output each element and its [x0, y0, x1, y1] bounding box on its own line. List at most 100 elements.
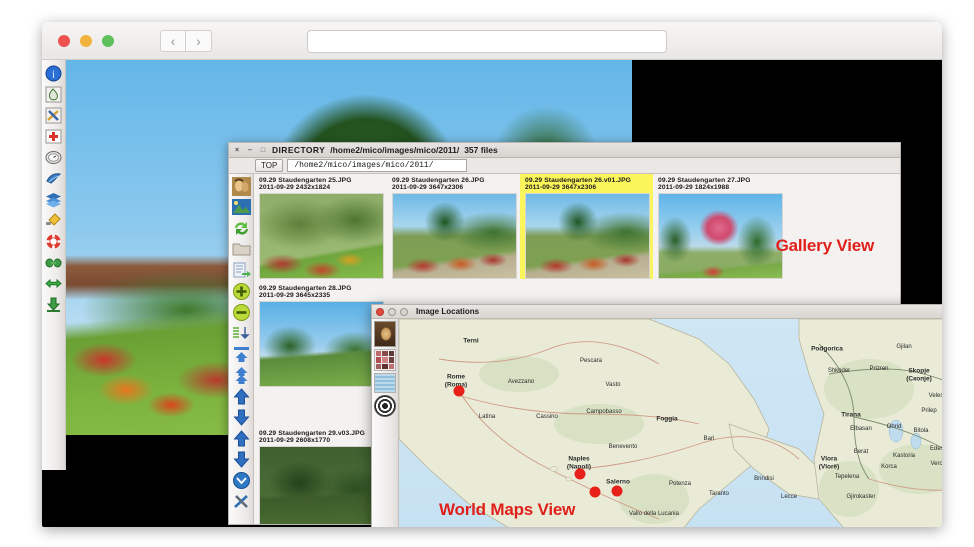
gallery-cell-selected[interactable]: 09.29 Staudengarten 26.v01.JPG 2011-09-2… [520, 174, 653, 279]
thumbnail-image[interactable] [392, 193, 517, 279]
url-input[interactable] [307, 30, 667, 53]
gallery-view-label: Gallery View [775, 236, 875, 255]
file-name: 09.29 Staudengarten 25.JPG [259, 177, 352, 184]
thumbnail-image[interactable] [658, 193, 783, 279]
city-label: Avezzano [507, 379, 535, 385]
photos-icon[interactable] [229, 197, 253, 218]
browser-window: ‹ › i × – □ DIRECTORY /home2/mico/images… [42, 22, 942, 527]
layers-icon[interactable] [374, 373, 396, 393]
gallery-cell[interactable]: 09.29 Staudengarten 25.JPG 2011-09-29 24… [254, 174, 387, 279]
map-close-icon[interactable] [376, 307, 384, 316]
location-marker[interactable] [589, 486, 601, 498]
city-label: Skopje [908, 367, 930, 375]
bird-icon[interactable] [42, 168, 64, 189]
portrait-icon[interactable] [229, 176, 253, 197]
tools-icon[interactable] [42, 105, 64, 126]
directory-close-icon[interactable]: × [233, 147, 241, 154]
map-minimize-icon[interactable] [388, 307, 396, 316]
city-label: Kastoria [892, 453, 916, 459]
directory-file-count: 357 files [464, 145, 498, 155]
down-icon[interactable] [229, 407, 253, 428]
file-meta: 2011-09-29 3647x2306 [392, 184, 464, 191]
map-maximize-icon[interactable] [400, 307, 408, 316]
directory-pathbar: TOP /home2/mico/images/mico/2011/ [229, 158, 900, 174]
up2-icon[interactable] [229, 428, 253, 449]
pear-shape-icon[interactable] [42, 84, 64, 105]
city-label: Bitola [913, 428, 929, 434]
city-label: Vlora [820, 455, 838, 463]
directory-toolbar[interactable] [229, 174, 254, 524]
page-up-icon[interactable] [229, 344, 253, 365]
top-icon[interactable] [229, 365, 253, 386]
thumbnail-image[interactable] [259, 193, 384, 279]
settings-icon[interactable] [229, 491, 253, 512]
file-meta: 2011-09-29 2432x1824 [259, 184, 331, 191]
lifebuoy-icon[interactable] [42, 231, 64, 252]
gallery-cell[interactable]: 09.29 Staudengarten 29.v03.JPG 2011-09-2… [254, 427, 387, 524]
location-marker[interactable] [574, 468, 586, 480]
directory-maximize-icon[interactable]: □ [259, 147, 267, 154]
info-icon[interactable]: i [42, 63, 64, 84]
directory-minimize-icon[interactable]: – [246, 147, 254, 154]
thumbnail-icon[interactable] [374, 321, 396, 347]
city-label: Edessa [929, 446, 942, 452]
back-icon[interactable]: ‹ [160, 30, 186, 52]
viewer-toolbar[interactable]: i [42, 60, 66, 470]
zoom-out-icon[interactable] [229, 302, 253, 323]
navigation-buttons[interactable]: ‹ › [160, 30, 212, 52]
arrows-horizontal-icon[interactable] [42, 273, 64, 294]
clock-icon[interactable] [42, 147, 64, 168]
target-icon[interactable] [374, 395, 396, 417]
city-label: Vallo della Lucania [629, 511, 679, 517]
download-icon[interactable] [42, 294, 64, 315]
maximize-button[interactable] [102, 35, 114, 47]
gallery-cell[interactable]: 09.29 Staudengarten 27.JPG 2011-09-29 18… [653, 174, 786, 279]
city-label: Gjirokaster [846, 494, 876, 500]
map-canvas[interactable]: Terni Pescara Rome (Roma) Avezzano Vasto… [399, 319, 942, 527]
zoom-in-icon[interactable] [229, 281, 253, 302]
first-aid-icon[interactable] [42, 126, 64, 147]
city-label: Cassino [536, 414, 558, 420]
binoculars-icon[interactable] [42, 252, 64, 273]
down2-icon[interactable] [229, 449, 253, 470]
city-label: Prilep [921, 408, 937, 414]
export-icon[interactable] [229, 260, 253, 281]
city-label: Vasto [605, 382, 621, 388]
gallery-cell[interactable]: 09.29 Staudengarten 28.JPG 2011-09-29 36… [254, 282, 387, 387]
city-label: Podgorica [811, 345, 843, 353]
map-sidebar[interactable] [372, 319, 399, 527]
folder-icon[interactable] [229, 239, 253, 260]
sort-icon[interactable] [229, 323, 253, 344]
color-grid-icon[interactable] [374, 349, 396, 371]
path-input[interactable]: /home2/mico/images/mico/2011/ [287, 159, 468, 172]
close-button[interactable] [58, 35, 70, 47]
city-label: Bari [703, 436, 715, 442]
minimize-button[interactable] [80, 35, 92, 47]
city-label: Terni [463, 337, 479, 345]
gallery-cell[interactable]: 09.29 Staudengarten 26.JPG 2011-09-29 36… [387, 174, 520, 279]
city-label: Rome [446, 373, 466, 381]
refresh-icon[interactable] [229, 218, 253, 239]
city-label: Tirana [841, 411, 861, 419]
thumbnail-image[interactable] [259, 446, 384, 524]
up-icon[interactable] [229, 386, 253, 407]
browser-content: i × – □ DIRECTORY /home2/mico/images/mic… [42, 60, 942, 527]
top-button[interactable]: TOP [255, 159, 284, 172]
globe-icon[interactable] [229, 470, 253, 491]
directory-title: DIRECTORY [272, 145, 326, 155]
city-label: Latina [478, 414, 496, 420]
file-name: 09.29 Staudengarten 26.JPG [392, 177, 485, 184]
thumbnail-image[interactable] [259, 301, 384, 387]
window-controls[interactable] [58, 35, 114, 47]
city-label: Elbasan [850, 426, 872, 432]
layers-icon[interactable] [42, 189, 64, 210]
thumbnail-image[interactable] [525, 193, 650, 279]
world-maps-view-label: World Maps View [439, 500, 576, 519]
location-marker[interactable] [611, 485, 623, 497]
location-marker[interactable] [453, 385, 465, 397]
plug-icon[interactable] [42, 210, 64, 231]
city-label: Lecce [780, 494, 798, 500]
forward-icon[interactable]: › [186, 30, 212, 52]
city-label: (Скопје) [906, 375, 932, 383]
city-label: Brindisi [754, 476, 774, 482]
